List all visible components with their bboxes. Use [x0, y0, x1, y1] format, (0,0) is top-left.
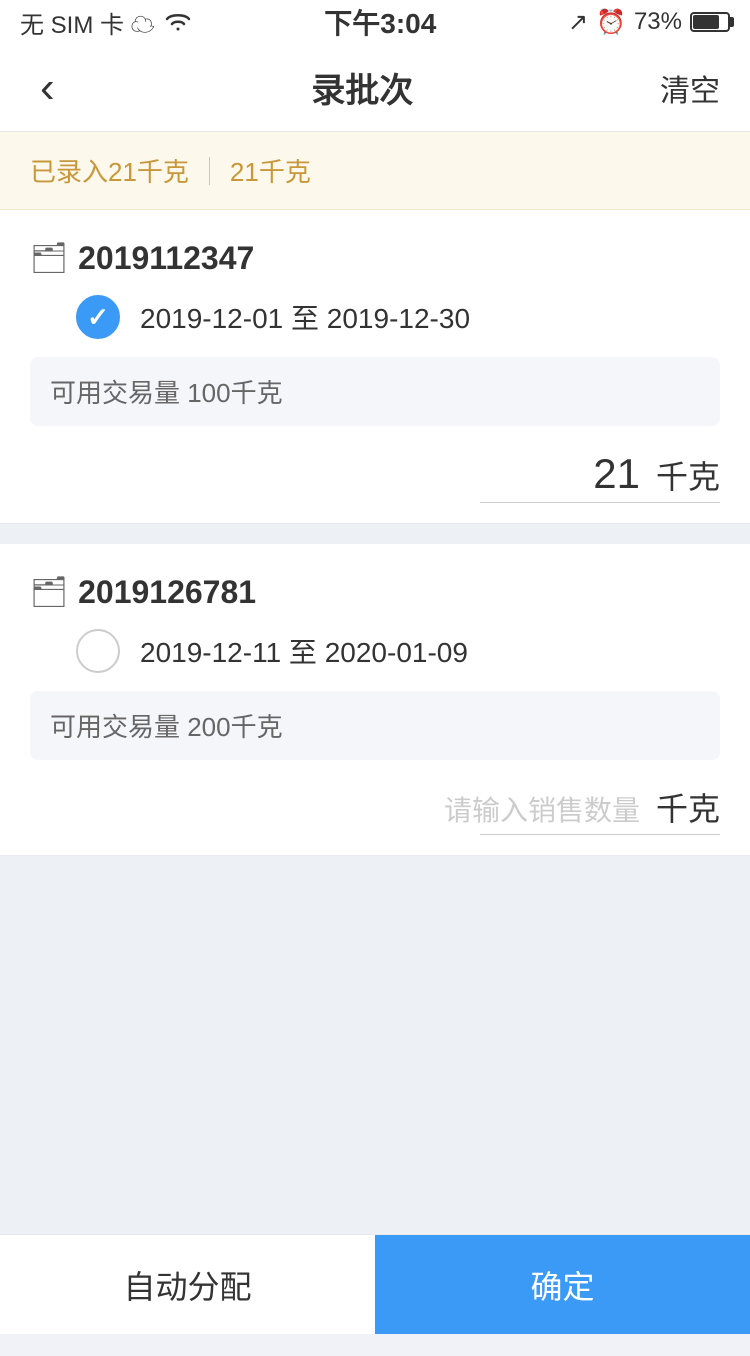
batch-2-underline-wrapper: 请输入销售数量 千克 — [444, 784, 720, 835]
batch-2-qty-row: 请输入销售数量 千克 — [0, 774, 750, 856]
status-time: 下午3:04 — [324, 2, 436, 42]
section-divider — [0, 524, 750, 544]
recorded-amount: 已录入21千克 — [30, 152, 189, 189]
empty-area — [0, 856, 750, 1256]
status-bar: 无 SIM 卡 ☁ 下午3:04 ↗ ⏰ 73% — [0, 0, 750, 44]
status-left: 无 SIM 卡 ☁ — [20, 5, 193, 40]
sim-label: 无 SIM 卡 ☁ — [20, 5, 155, 40]
alarm-icon: ⏰ — [596, 8, 626, 37]
clear-button[interactable]: 清空 — [660, 66, 720, 110]
batch-2-radio[interactable] — [76, 629, 120, 673]
batch-card-2: 🗂 2019126781 2019-12-11 至 2020-01-09 可用交… — [0, 544, 750, 856]
batch-2-row[interactable]: 2019-12-11 至 2020-01-09 — [0, 621, 750, 681]
bottom-bar: 自动分配 确定 — [0, 1234, 750, 1334]
batch-1-radio[interactable] — [76, 295, 120, 339]
back-button[interactable]: ‹ — [30, 53, 65, 123]
info-banner: 已录入21千克 21千克 — [0, 132, 750, 210]
battery-icon — [690, 12, 730, 32]
info-divider — [209, 157, 210, 185]
total-amount: 21千克 — [230, 152, 311, 189]
batch-1-unit: 千克 — [656, 452, 720, 498]
content-area: 🗂 2019112347 2019-12-01 至 2019-12-30 可用交… — [0, 210, 750, 1356]
nav-bar: ‹ 录批次 清空 — [0, 44, 750, 132]
batch-2-id: 2019126781 — [78, 574, 256, 611]
confirm-button[interactable]: 确定 — [375, 1235, 750, 1334]
doc-icon-1: 🗂 — [30, 241, 68, 276]
batch-2-available: 可用交易量 200千克 — [30, 691, 720, 760]
batch-1-date: 2019-12-01 至 2019-12-30 — [140, 297, 470, 337]
doc-icon-2: 🗂 — [30, 575, 68, 610]
batch-1-available: 可用交易量 100千克 — [30, 357, 720, 426]
batch-2-header: 🗂 2019126781 — [0, 544, 750, 621]
batch-card-1: 🗂 2019112347 2019-12-01 至 2019-12-30 可用交… — [0, 210, 750, 524]
batch-1-underline-wrapper: 21 千克 — [480, 450, 720, 503]
batch-1-quantity[interactable]: 21 — [560, 450, 640, 498]
batch-1-row[interactable]: 2019-12-01 至 2019-12-30 — [0, 287, 750, 347]
batch-2-input-line — [480, 834, 720, 835]
batch-1-id: 2019112347 — [78, 240, 254, 277]
batch-2-date: 2019-12-11 至 2020-01-09 — [140, 631, 468, 671]
auto-distribute-button[interactable]: 自动分配 — [0, 1235, 375, 1334]
batch-1-input-line — [480, 502, 720, 503]
batch-1-qty-row: 21 千克 — [0, 440, 750, 524]
battery-percent: 73% — [634, 8, 682, 36]
page-title: 录批次 — [311, 63, 413, 112]
wifi-icon — [163, 11, 193, 33]
batch-1-header: 🗂 2019112347 — [0, 210, 750, 287]
location-icon: ↗ — [568, 8, 588, 37]
status-right: ↗ ⏰ 73% — [568, 8, 730, 37]
batch-2-placeholder[interactable]: 请输入销售数量 — [444, 789, 640, 829]
batch-2-unit: 千克 — [656, 784, 720, 830]
